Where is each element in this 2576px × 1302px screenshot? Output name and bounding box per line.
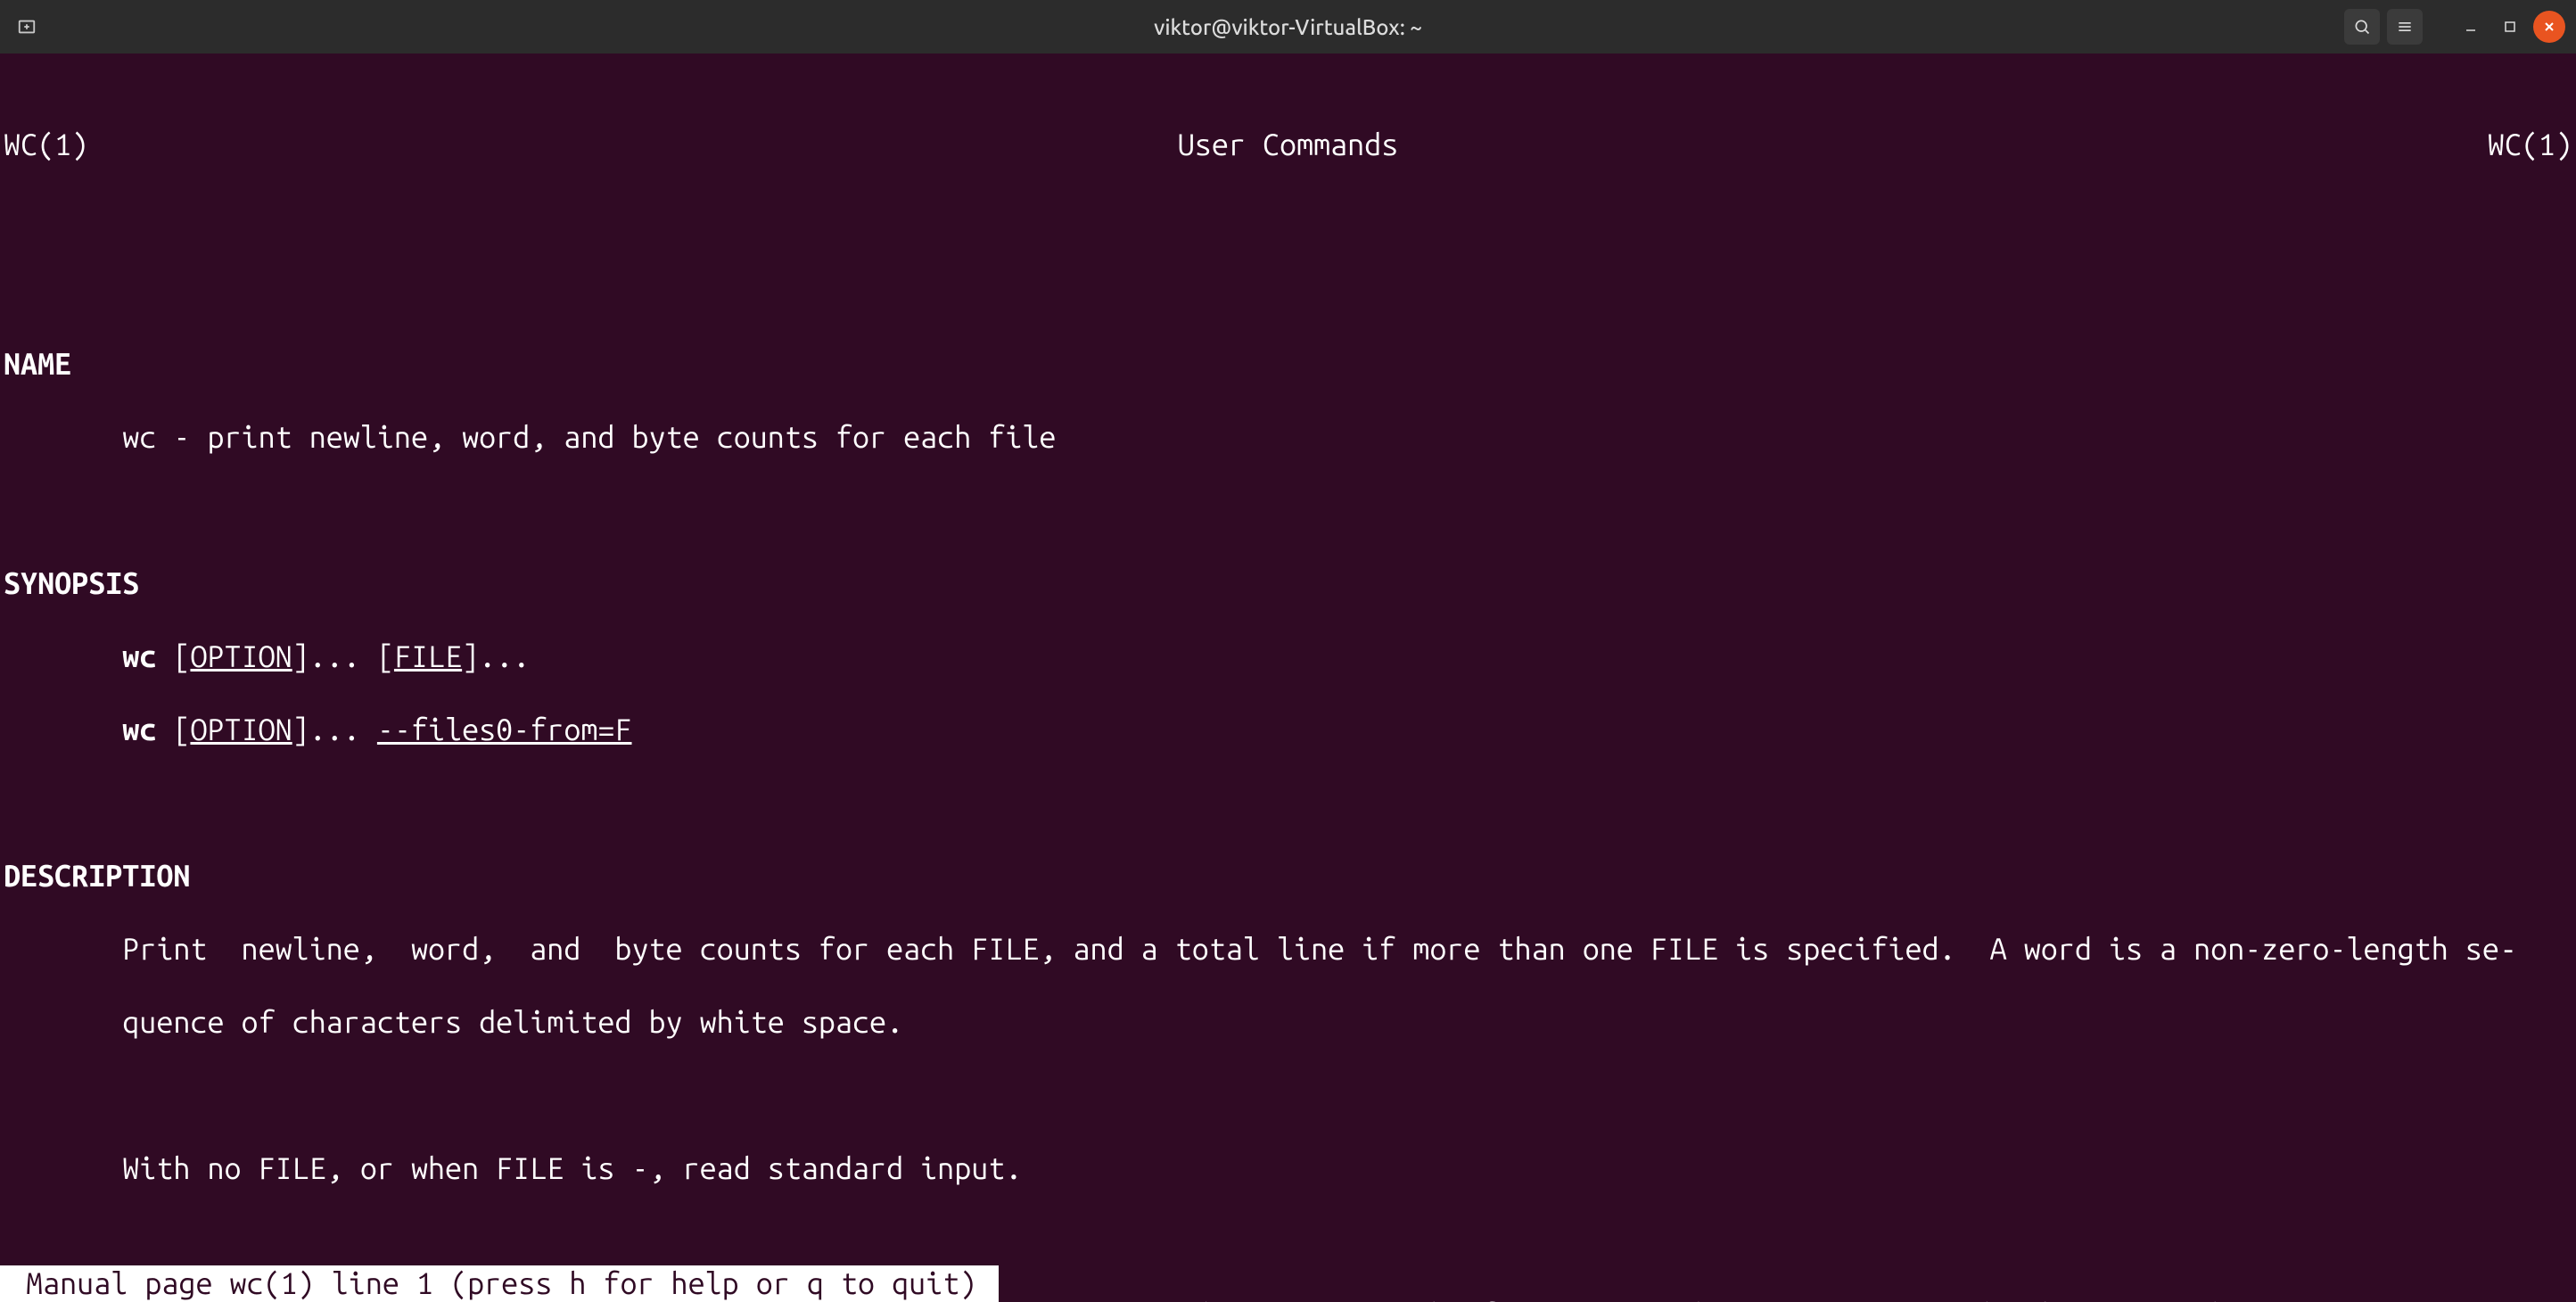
desc-p2: With no FILE, or when FILE is -, read st… [4, 1150, 2572, 1187]
minimize-button[interactable] [2455, 11, 2487, 43]
menu-button[interactable] [2387, 9, 2423, 45]
status-text: Manual page wc(1) line 1 (press h for he… [0, 1265, 982, 1302]
cursor [982, 1265, 999, 1302]
close-button[interactable] [2533, 11, 2565, 43]
desc-p1a: Print newline, word, and byte counts for… [4, 931, 2572, 968]
status-line: Manual page wc(1) line 1 (press h for he… [0, 1265, 999, 1302]
section-name: NAME [4, 346, 2572, 383]
man-body: NAME wc - print newline, word, and byte … [0, 236, 2576, 1302]
desc-p1b: quence of characters delimited by white … [4, 1004, 2572, 1041]
titlebar-left [11, 11, 43, 43]
search-button[interactable] [2344, 9, 2380, 45]
man-header-center: User Commands [1178, 127, 1399, 163]
synopsis-line1: wc [OPTION]... [FILE]... [4, 639, 2572, 675]
titlebar: viktor@viktor-VirtualBox: ~ [0, 0, 2576, 54]
terminal-area[interactable]: WC(1) User Commands WC(1) NAME wc - prin… [0, 54, 2576, 1302]
section-description: DESCRIPTION [4, 858, 2572, 894]
section-synopsis: SYNOPSIS [4, 565, 2572, 602]
name-text: wc - print newline, word, and byte count… [4, 419, 2572, 456]
window-title: viktor@viktor-VirtualBox: ~ [1154, 15, 1422, 39]
man-header: WC(1) User Commands WC(1) [0, 127, 2576, 163]
maximize-button[interactable] [2494, 11, 2526, 43]
titlebar-right [2344, 9, 2565, 45]
synopsis-line2: wc [OPTION]... --files0-from=F [4, 712, 2572, 748]
man-header-right: WC(1) [2488, 127, 2572, 163]
man-header-left: WC(1) [4, 127, 88, 163]
new-tab-icon[interactable] [11, 11, 43, 43]
